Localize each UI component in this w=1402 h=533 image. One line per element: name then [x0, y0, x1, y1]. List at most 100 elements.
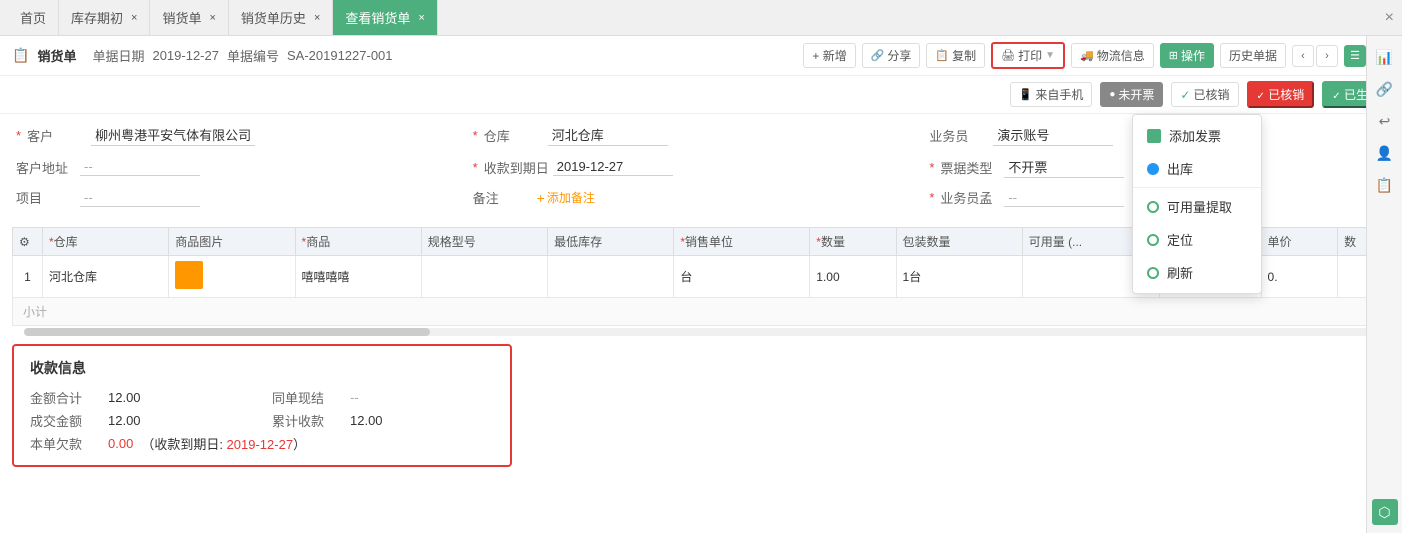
copy-button[interactable]: 📋 复制	[926, 43, 985, 68]
add-invoice-label: 添加发票	[1169, 126, 1221, 145]
deal-amount-value: 12.00	[108, 413, 141, 428]
add-invoice-item[interactable]: 添加发票	[1133, 119, 1261, 152]
locate-item[interactable]: 定位	[1133, 223, 1261, 256]
warehouse-value[interactable]: 河北仓库	[548, 124, 668, 146]
single-settle-label: 同单现结	[272, 388, 342, 407]
logistics-button[interactable]: 🚚 物流信息	[1071, 43, 1154, 68]
toolbar-right: + 新增 🔗 分享 📋 复制 🖨 打印 ▼ 🚚 物流信息	[803, 42, 1390, 69]
doc-date-label: 单据日期	[92, 46, 144, 65]
tab-bar: 首页 库存期初 × 销货单 × 销货单历史 × 查看销货单 × ×	[0, 0, 1402, 36]
close-inventory-tab[interactable]: ×	[131, 12, 137, 24]
customer-value[interactable]: 柳州粤港平安气体有限公司	[91, 124, 255, 146]
scrollbar-thumb[interactable]	[24, 328, 430, 336]
price-header: 单价	[1261, 228, 1338, 256]
spec-header: 规格型号	[421, 228, 547, 256]
out-warehouse-item[interactable]: 出库	[1133, 152, 1261, 185]
subtotal-row: 小计	[13, 298, 1390, 326]
row-index: 1	[13, 256, 43, 298]
row-img	[169, 256, 295, 298]
add-note-button[interactable]: + 添加备注	[537, 189, 595, 206]
available-pick-item[interactable]: 可用量提取	[1133, 190, 1261, 223]
row-qty: 1.00	[810, 256, 896, 298]
warehouse-field-group: * 仓库 河北仓库	[473, 124, 930, 146]
close-sales-tab[interactable]: ×	[209, 12, 215, 24]
gear-header[interactable]: ⚙	[13, 228, 43, 256]
action-button[interactable]: ⊞ 操作	[1160, 43, 1214, 68]
ticket-required: *	[929, 160, 934, 175]
payment-grid: 金额合计 12.00 同单现结 -- 成交金额 12.00 累计收款 12.00	[30, 388, 494, 453]
tab-view-sales[interactable]: 查看销货单 ×	[333, 0, 437, 35]
locate-label: 定位	[1167, 230, 1193, 249]
list-view-button[interactable]: ☰	[1344, 45, 1366, 67]
qty-header: *数量	[810, 228, 896, 256]
sidebar-icon-4[interactable]: 👤	[1372, 140, 1398, 166]
project-label: 项目	[16, 188, 76, 207]
new-button[interactable]: + 新增	[803, 43, 855, 68]
single-settle-value: --	[350, 390, 359, 405]
due-date-required: *	[473, 160, 478, 175]
row-packqty: 1台	[896, 256, 1022, 298]
sidebar-icon-3[interactable]: ↩	[1372, 108, 1398, 134]
employee2-required: *	[929, 190, 934, 205]
customer-field-group: * 客户 柳州粤港平安气体有限公司	[16, 124, 473, 146]
row-minstock	[548, 256, 674, 298]
total-row: 金额合计 12.00	[30, 388, 252, 407]
next-button[interactable]: ›	[1316, 45, 1338, 67]
sidebar-icon-2[interactable]: 🔗	[1372, 76, 1398, 102]
locate-icon	[1147, 234, 1159, 246]
due-date-label: 收款到期日	[484, 158, 549, 177]
ticket-value[interactable]: 不开票	[1004, 156, 1124, 178]
verified-red-button[interactable]: ✓ 已核销	[1247, 81, 1315, 108]
history-button[interactable]: 历史单据	[1220, 43, 1286, 68]
row-unit: 台	[674, 256, 810, 298]
sidebar-icon-6[interactable]: ⬡	[1372, 499, 1398, 525]
close-history-tab[interactable]: ×	[314, 12, 320, 24]
row-price: 0.	[1261, 256, 1338, 298]
employee-value[interactable]: 演示账号	[993, 124, 1113, 146]
phone-button[interactable]: 📱 来自手机	[1010, 82, 1093, 107]
arrears-label: 本单欠款	[30, 434, 100, 453]
sidebar-icon-1[interactable]: 📊	[1372, 44, 1398, 70]
address-label: 客户地址	[16, 158, 76, 177]
tab-sales-history[interactable]: 销货单历史 ×	[229, 0, 333, 35]
warehouse-header: *仓库	[43, 228, 169, 256]
project-value[interactable]: --	[80, 189, 200, 207]
row-product: 嘻嘻嘻嘻	[295, 256, 421, 298]
ticket-label: 票据类型	[940, 158, 1000, 177]
tab-inventory[interactable]: 库存期初 ×	[59, 0, 150, 35]
sidebar-icon-5[interactable]: 📋	[1372, 172, 1398, 198]
horizontal-scrollbar[interactable]	[24, 328, 1378, 336]
project-field-group: 项目 --	[16, 188, 473, 207]
available-pick-label: 可用量提取	[1167, 197, 1232, 216]
second-toolbar: 📱 来自手机 ● 未开票 ✓ 已核销 ✓ 已核销 ✓ 已生效	[0, 76, 1402, 114]
deal-amount-label: 成交金额	[30, 411, 100, 430]
refresh-icon	[1147, 267, 1159, 279]
prev-button[interactable]: ‹	[1292, 45, 1314, 67]
right-sidebar: 📊 🔗 ↩ 👤 📋 ⬡	[1366, 36, 1402, 533]
doc-icon: 📋	[12, 47, 29, 64]
check-button[interactable]: ✓ 已核销	[1171, 82, 1238, 107]
deal-amount-row: 成交金额 12.00	[30, 411, 252, 430]
employee2-label: 业务员孟	[940, 188, 1000, 207]
due-date-value[interactable]: 2019-12-27	[553, 158, 673, 176]
nav-arrows: ‹ ›	[1292, 45, 1338, 67]
img-header: 商品图片	[169, 228, 295, 256]
subtotal-label: 小计	[13, 298, 1390, 326]
note-label: 备注	[473, 188, 533, 207]
invoice-status-button[interactable]: ● 未开票	[1100, 82, 1163, 107]
tab-home[interactable]: 首页	[8, 0, 59, 35]
employee2-value[interactable]: --	[1004, 189, 1124, 207]
tab-sales[interactable]: 销货单 ×	[150, 0, 228, 35]
out-warehouse-label: 出库	[1167, 159, 1193, 178]
share-button[interactable]: 🔗 分享	[862, 43, 921, 68]
refresh-item[interactable]: 刷新	[1133, 256, 1261, 289]
print-button[interactable]: 🖨 打印 ▼	[991, 42, 1065, 69]
address-value[interactable]: --	[80, 158, 200, 176]
warehouse-required: *	[473, 128, 478, 143]
doc-date-value: 2019-12-27	[152, 48, 219, 63]
window-close-button[interactable]: ×	[1385, 9, 1394, 27]
address-field-group: 客户地址 --	[16, 158, 473, 177]
close-view-sales-tab[interactable]: ×	[418, 12, 424, 24]
arrears-due-date: 2019-12-27	[227, 437, 294, 452]
cumulative-label: 累计收款	[272, 411, 342, 430]
